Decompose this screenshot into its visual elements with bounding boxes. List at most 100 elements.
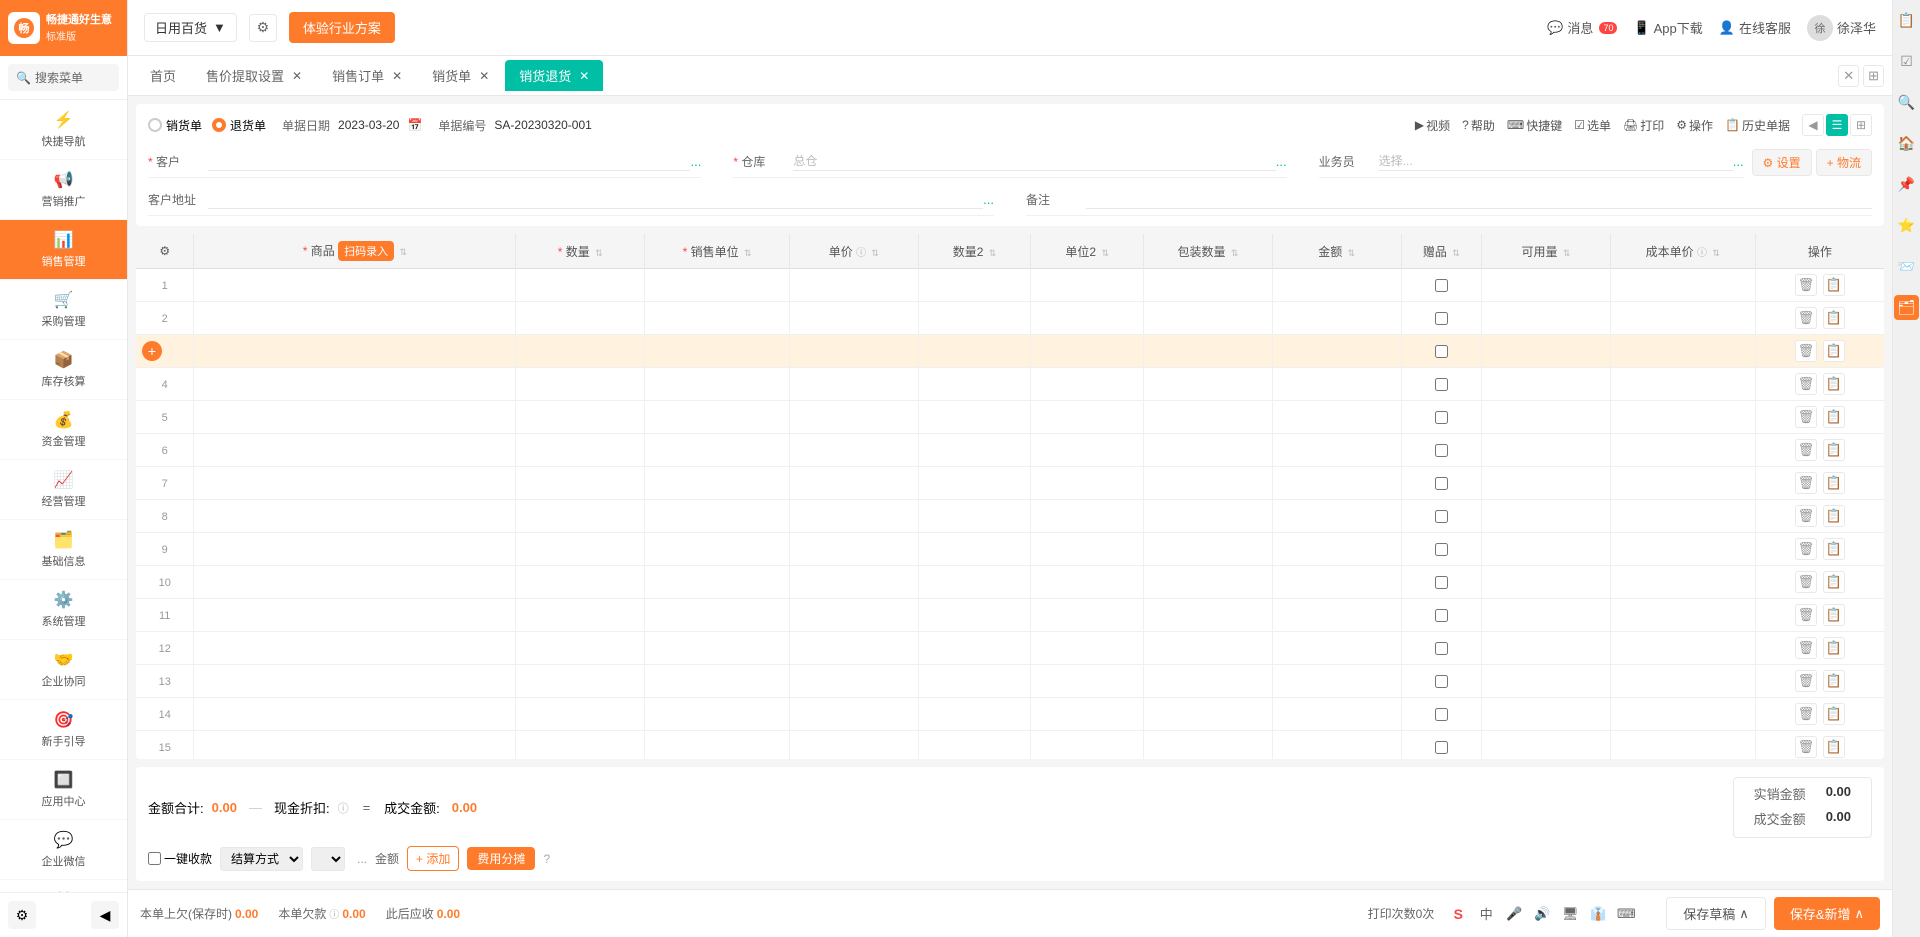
- online-service-button[interactable]: 👤 在线客服: [1719, 18, 1791, 37]
- gift-checkbox-9[interactable]: [1435, 543, 1448, 556]
- sidebar-item-sales[interactable]: 📊 销售管理: [0, 220, 127, 280]
- th-unit2[interactable]: 单位2 ⇅: [1031, 234, 1144, 269]
- copy-row-13-button[interactable]: 📋: [1823, 670, 1845, 692]
- grid-view-button[interactable]: ⊞: [1850, 114, 1872, 136]
- tab-sales-return[interactable]: 销货退货 ✕: [505, 60, 603, 91]
- message-button[interactable]: 💬 消息 70: [1547, 18, 1617, 37]
- address-dots[interactable]: ...: [983, 192, 994, 207]
- delete-row-1-button[interactable]: 🗑: [1795, 274, 1817, 296]
- delete-row-10-button[interactable]: 🗑: [1795, 571, 1817, 593]
- th-qty2[interactable]: 数量2 ⇅: [918, 234, 1031, 269]
- copy-row-6-button[interactable]: 📋: [1823, 439, 1845, 461]
- account-dots[interactable]: ...: [357, 852, 367, 866]
- save-new-button[interactable]: 保存&新增 ∧: [1774, 897, 1880, 930]
- sidebar-item-marketing[interactable]: 📢 营销推广: [0, 160, 127, 220]
- sidebar-item-purchase[interactable]: 🛒 采购管理: [0, 280, 127, 340]
- status-icon-s[interactable]: S: [1446, 902, 1470, 926]
- sidebar-item-guide[interactable]: 🎯 新手引导: [0, 700, 127, 760]
- copy-row-14-button[interactable]: 📋: [1823, 703, 1845, 725]
- settings-side-button[interactable]: ⚙ 设置: [1752, 149, 1812, 176]
- logistics-button[interactable]: + 物流: [1816, 149, 1872, 176]
- status-icon-monitor[interactable]: 🖥: [1558, 902, 1582, 926]
- list-view-button[interactable]: ☰: [1826, 114, 1848, 136]
- topbar-gear-button[interactable]: ⚙: [249, 14, 277, 42]
- sidebar-item-basic[interactable]: 🗂️ 基础信息: [0, 520, 127, 580]
- history-orders-button[interactable]: 📋 历史单据: [1725, 117, 1790, 134]
- delete-row-4-button[interactable]: 🗑: [1795, 373, 1817, 395]
- right-panel-icon-2[interactable]: ☑: [1896, 49, 1917, 74]
- gift-checkbox-8[interactable]: [1435, 510, 1448, 523]
- tab-sales-delivery[interactable]: 销货单 ✕: [418, 60, 503, 91]
- return-radio[interactable]: 退货单: [212, 117, 266, 134]
- gift-checkbox-6[interactable]: [1435, 444, 1448, 457]
- warehouse-dots[interactable]: ...: [1276, 154, 1287, 169]
- delete-row-3-button[interactable]: 🗑: [1795, 340, 1817, 362]
- industry-selector[interactable]: 日用百货 ▼: [144, 13, 237, 42]
- gift-checkbox-15[interactable]: [1435, 741, 1448, 754]
- right-panel-icon-5[interactable]: 📌: [1894, 172, 1919, 197]
- th-amount[interactable]: 金额 ⇅: [1272, 234, 1401, 269]
- copy-row-8-button[interactable]: 📋: [1823, 505, 1845, 527]
- add-payment-button[interactable]: + 添加: [407, 846, 459, 871]
- note-input[interactable]: [1086, 190, 1872, 209]
- delete-row-7-button[interactable]: 🗑: [1795, 472, 1817, 494]
- delete-row-12-button[interactable]: 🗑: [1795, 637, 1817, 659]
- th-product[interactable]: * 商品 扫码录入 ⇅: [194, 234, 516, 269]
- gift-checkbox-12[interactable]: [1435, 642, 1448, 655]
- sidebar-item-enterprise[interactable]: 🤝 企业协同: [0, 640, 127, 700]
- gift-checkbox-5[interactable]: [1435, 411, 1448, 424]
- gift-checkbox-10[interactable]: [1435, 576, 1448, 589]
- th-settings[interactable]: ⚙: [136, 234, 194, 269]
- th-sales-unit[interactable]: * 销售单位 ⇅: [645, 234, 790, 269]
- delete-row-2-button[interactable]: 🗑: [1795, 307, 1817, 329]
- tab-layout-button[interactable]: ⊞: [1863, 65, 1884, 87]
- sidebar-settings-button[interactable]: ⚙: [8, 901, 36, 929]
- gift-checkbox-2[interactable]: [1435, 312, 1448, 325]
- tab-price-settings-close[interactable]: ✕: [292, 69, 302, 83]
- gift-checkbox-4[interactable]: [1435, 378, 1448, 391]
- tab-price-settings[interactable]: 售价提取设置 ✕: [192, 60, 316, 91]
- video-button[interactable]: ▶ 视频: [1415, 117, 1450, 134]
- shortcut-keys-button[interactable]: ⌨ 快捷键: [1507, 117, 1562, 134]
- experience-button[interactable]: 体验行业方案: [289, 12, 395, 43]
- delete-row-13-button[interactable]: 🗑: [1795, 670, 1817, 692]
- th-cost-price[interactable]: 成本单价 ⓘ ⇅: [1610, 234, 1755, 269]
- status-icon-person[interactable]: 👔: [1586, 902, 1610, 926]
- add-row-button[interactable]: +: [142, 341, 162, 361]
- staff-input[interactable]: [1379, 152, 1733, 171]
- right-panel-icon-4[interactable]: 🏠: [1894, 131, 1919, 156]
- copy-row-3-button[interactable]: 📋: [1823, 340, 1845, 362]
- status-icon-mic[interactable]: 🎤: [1502, 902, 1526, 926]
- sidebar-item-member[interactable]: 👑 畅会员: [0, 880, 127, 892]
- gift-checkbox-13[interactable]: [1435, 675, 1448, 688]
- status-icon-code[interactable]: ⌨: [1614, 902, 1638, 926]
- one-click-checkbox-input[interactable]: [148, 852, 161, 865]
- select-order-button[interactable]: ☑ 选单: [1574, 117, 1611, 134]
- th-quantity[interactable]: * 数量 ⇅: [516, 234, 645, 269]
- delete-row-9-button[interactable]: 🗑: [1795, 538, 1817, 560]
- gift-checkbox-3[interactable]: [1435, 345, 1448, 358]
- right-panel-icon-1[interactable]: 📋: [1894, 8, 1919, 33]
- copy-row-12-button[interactable]: 📋: [1823, 637, 1845, 659]
- gift-checkbox-1[interactable]: [1435, 279, 1448, 292]
- copy-row-9-button[interactable]: 📋: [1823, 538, 1845, 560]
- sidebar-item-shortcuts[interactable]: ⚡ 快捷导航: [0, 100, 127, 160]
- sidebar-item-wechat[interactable]: 💬 企业微信: [0, 820, 127, 880]
- gift-checkbox-14[interactable]: [1435, 708, 1448, 721]
- sidebar-item-operations[interactable]: 📈 经营管理: [0, 460, 127, 520]
- copy-row-7-button[interactable]: 📋: [1823, 472, 1845, 494]
- prev-record-button[interactable]: ◀: [1802, 114, 1824, 136]
- copy-row-15-button[interactable]: 📋: [1823, 736, 1845, 758]
- customer-dots[interactable]: ...: [690, 154, 701, 169]
- delete-row-15-button[interactable]: 🗑: [1795, 736, 1817, 758]
- status-icon-text[interactable]: 中: [1474, 902, 1498, 926]
- product-input-1[interactable]: [200, 278, 509, 292]
- right-panel-icon-6[interactable]: ⭐: [1894, 213, 1919, 238]
- delete-row-6-button[interactable]: 🗑: [1795, 439, 1817, 461]
- tab-sales-return-close[interactable]: ✕: [579, 69, 589, 83]
- sidebar-item-finance[interactable]: 💰 资金管理: [0, 400, 127, 460]
- calendar-icon[interactable]: 📅: [407, 118, 422, 132]
- payment-account-select[interactable]: [311, 847, 345, 871]
- tab-sales-delivery-close[interactable]: ✕: [479, 69, 489, 83]
- sales-radio[interactable]: 销货单: [148, 117, 202, 134]
